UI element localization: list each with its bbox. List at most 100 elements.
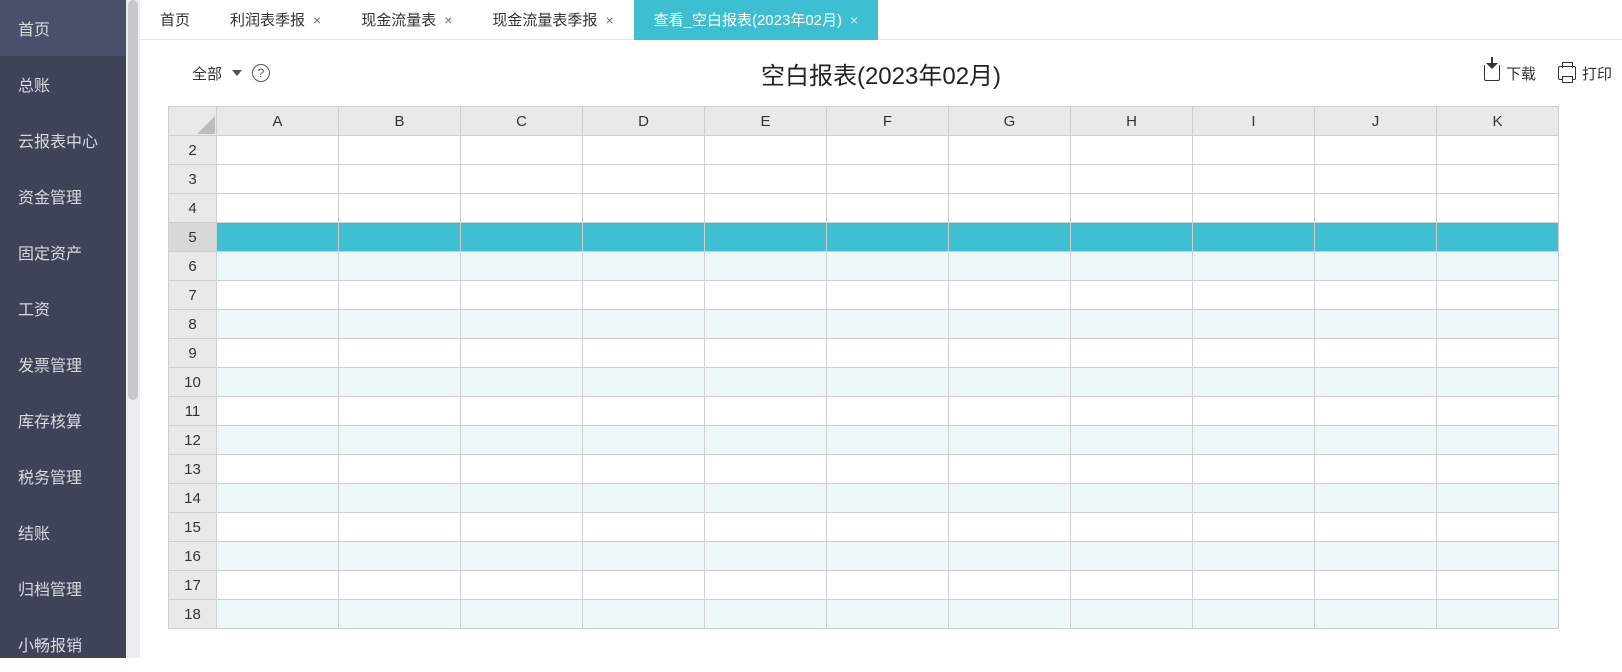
cell-A8[interactable] (217, 310, 339, 339)
cell-E15[interactable] (705, 513, 827, 542)
cell-B18[interactable] (339, 600, 461, 629)
cell-A16[interactable] (217, 542, 339, 571)
cell-C16[interactable] (461, 542, 583, 571)
cell-F16[interactable] (827, 542, 949, 571)
cell-C2[interactable] (461, 136, 583, 165)
cell-B4[interactable] (339, 194, 461, 223)
cell-J4[interactable] (1315, 194, 1437, 223)
cell-A7[interactable] (217, 281, 339, 310)
cell-H12[interactable] (1071, 426, 1193, 455)
row-header-7[interactable]: 7 (169, 281, 217, 310)
cell-J6[interactable] (1315, 252, 1437, 281)
cell-G16[interactable] (949, 542, 1071, 571)
column-header-H[interactable]: H (1071, 107, 1193, 136)
cell-J16[interactable] (1315, 542, 1437, 571)
cell-K2[interactable] (1437, 136, 1559, 165)
column-header-I[interactable]: I (1193, 107, 1315, 136)
row-header-12[interactable]: 12 (169, 426, 217, 455)
sidebar-item-0[interactable]: 首页 (0, 0, 126, 56)
cell-J8[interactable] (1315, 310, 1437, 339)
cell-J12[interactable] (1315, 426, 1437, 455)
cell-D11[interactable] (583, 397, 705, 426)
sidebar-item-1[interactable]: 总账 (0, 56, 126, 112)
cell-I4[interactable] (1193, 194, 1315, 223)
cell-B2[interactable] (339, 136, 461, 165)
cell-J10[interactable] (1315, 368, 1437, 397)
cell-D5[interactable] (583, 223, 705, 252)
cell-E11[interactable] (705, 397, 827, 426)
cell-F11[interactable] (827, 397, 949, 426)
cell-I10[interactable] (1193, 368, 1315, 397)
cell-B8[interactable] (339, 310, 461, 339)
cell-D6[interactable] (583, 252, 705, 281)
cell-J13[interactable] (1315, 455, 1437, 484)
sidebar-item-11[interactable]: 小畅报销 (0, 616, 126, 672)
cell-H9[interactable] (1071, 339, 1193, 368)
cell-J18[interactable] (1315, 600, 1437, 629)
cell-K16[interactable] (1437, 542, 1559, 571)
cell-A2[interactable] (217, 136, 339, 165)
close-icon[interactable]: × (313, 12, 321, 28)
row-header-17[interactable]: 17 (169, 571, 217, 600)
cell-C17[interactable] (461, 571, 583, 600)
row-header-3[interactable]: 3 (169, 165, 217, 194)
cell-J5[interactable] (1315, 223, 1437, 252)
cell-H4[interactable] (1071, 194, 1193, 223)
cell-E14[interactable] (705, 484, 827, 513)
cell-H10[interactable] (1071, 368, 1193, 397)
cell-K11[interactable] (1437, 397, 1559, 426)
row-header-13[interactable]: 13 (169, 455, 217, 484)
cell-B12[interactable] (339, 426, 461, 455)
cell-C6[interactable] (461, 252, 583, 281)
cell-G2[interactable] (949, 136, 1071, 165)
cell-H16[interactable] (1071, 542, 1193, 571)
cell-G18[interactable] (949, 600, 1071, 629)
cell-B3[interactable] (339, 165, 461, 194)
cell-I11[interactable] (1193, 397, 1315, 426)
cell-E12[interactable] (705, 426, 827, 455)
cell-C15[interactable] (461, 513, 583, 542)
cell-I16[interactable] (1193, 542, 1315, 571)
row-header-5[interactable]: 5 (169, 223, 217, 252)
cell-G14[interactable] (949, 484, 1071, 513)
cell-G9[interactable] (949, 339, 1071, 368)
cell-B13[interactable] (339, 455, 461, 484)
cell-F9[interactable] (827, 339, 949, 368)
cell-A12[interactable] (217, 426, 339, 455)
cell-D9[interactable] (583, 339, 705, 368)
cell-F4[interactable] (827, 194, 949, 223)
cell-K6[interactable] (1437, 252, 1559, 281)
cell-E4[interactable] (705, 194, 827, 223)
tab-1[interactable]: 利润表季报× (210, 0, 341, 40)
tab-4[interactable]: 查看_空白报表(2023年02月)× (634, 0, 879, 40)
cell-A4[interactable] (217, 194, 339, 223)
cell-G10[interactable] (949, 368, 1071, 397)
cell-H15[interactable] (1071, 513, 1193, 542)
cell-H7[interactable] (1071, 281, 1193, 310)
cell-B6[interactable] (339, 252, 461, 281)
row-header-6[interactable]: 6 (169, 252, 217, 281)
print-button[interactable]: 打印 (1558, 63, 1612, 84)
cell-H3[interactable] (1071, 165, 1193, 194)
column-header-A[interactable]: A (217, 107, 339, 136)
cell-H11[interactable] (1071, 397, 1193, 426)
cell-F5[interactable] (827, 223, 949, 252)
cell-A15[interactable] (217, 513, 339, 542)
cell-D12[interactable] (583, 426, 705, 455)
row-header-14[interactable]: 14 (169, 484, 217, 513)
cell-E7[interactable] (705, 281, 827, 310)
select-all-corner[interactable] (169, 107, 217, 136)
cell-I13[interactable] (1193, 455, 1315, 484)
tab-0[interactable]: 首页 (140, 0, 210, 40)
column-header-G[interactable]: G (949, 107, 1071, 136)
cell-I5[interactable] (1193, 223, 1315, 252)
cell-G15[interactable] (949, 513, 1071, 542)
sidebar-item-8[interactable]: 税务管理 (0, 448, 126, 504)
cell-B11[interactable] (339, 397, 461, 426)
row-header-11[interactable]: 11 (169, 397, 217, 426)
cell-K18[interactable] (1437, 600, 1559, 629)
cell-E3[interactable] (705, 165, 827, 194)
cell-A10[interactable] (217, 368, 339, 397)
row-header-18[interactable]: 18 (169, 600, 217, 629)
row-header-8[interactable]: 8 (169, 310, 217, 339)
